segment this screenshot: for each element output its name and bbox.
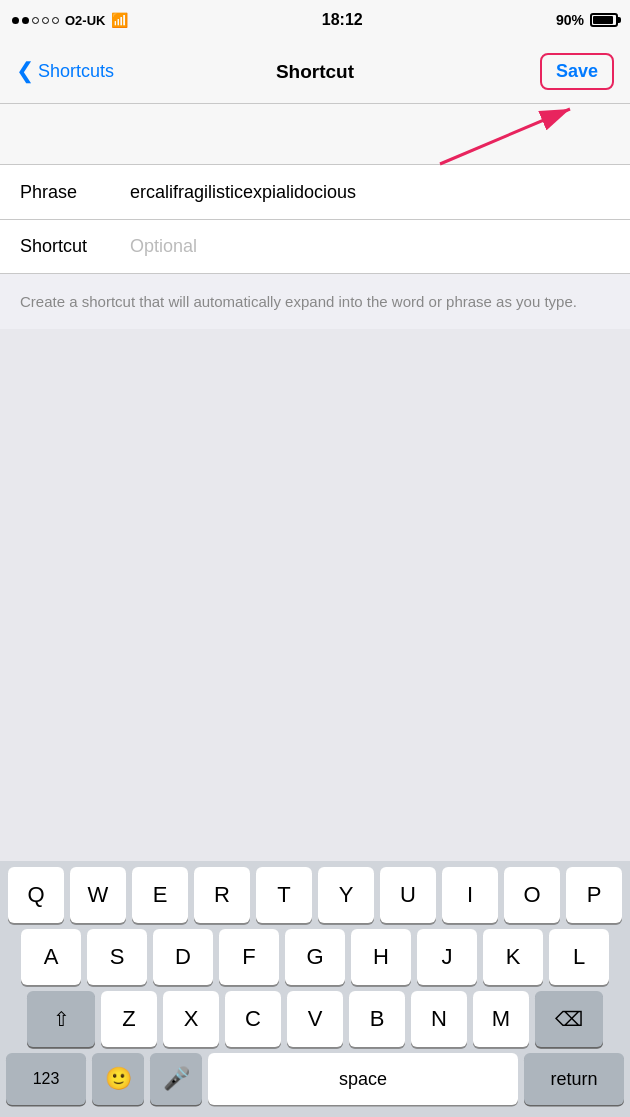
battery-fill: [593, 16, 613, 24]
keyboard: Q W E R T Y U I O P A S D F G H J K L ⇧ …: [0, 861, 630, 1117]
signal-dot-3: [32, 17, 39, 24]
description-section: Create a shortcut that will automaticall…: [0, 274, 630, 329]
shift-icon: ⇧: [53, 1007, 70, 1031]
key-e[interactable]: E: [132, 867, 188, 923]
keyboard-row-2: A S D F G H J K L: [0, 923, 630, 985]
key-i[interactable]: I: [442, 867, 498, 923]
return-key-label: return: [550, 1069, 597, 1090]
phrase-value: ercalifragilisticexpialidocious: [130, 182, 610, 203]
arrow-annotation: [0, 104, 630, 164]
status-bar: O2-UK 📶 18:12 90%: [0, 0, 630, 40]
key-s[interactable]: S: [87, 929, 147, 985]
key-k[interactable]: K: [483, 929, 543, 985]
key-r[interactable]: R: [194, 867, 250, 923]
arrow-svg: [410, 94, 610, 174]
wifi-icon: 📶: [111, 12, 128, 28]
back-chevron-icon: ❮: [16, 58, 34, 84]
space-key[interactable]: space: [208, 1053, 518, 1105]
key-t[interactable]: T: [256, 867, 312, 923]
signal-dot-2: [22, 17, 29, 24]
carrier-label: O2-UK: [65, 13, 105, 28]
signal-dot-5: [52, 17, 59, 24]
phrase-label: Phrase: [20, 182, 130, 203]
key-p[interactable]: P: [566, 867, 622, 923]
numbers-key-label: 123: [33, 1070, 60, 1088]
key-f[interactable]: F: [219, 929, 279, 985]
key-q[interactable]: Q: [8, 867, 64, 923]
backspace-icon: ⌫: [555, 1007, 583, 1031]
emoji-icon: 🙂: [105, 1066, 132, 1092]
form-section: Phrase ercalifragilisticexpialidocious S…: [0, 164, 630, 274]
shortcut-label: Shortcut: [20, 236, 130, 257]
shift-key[interactable]: ⇧: [27, 991, 95, 1047]
backspace-key[interactable]: ⌫: [535, 991, 603, 1047]
status-left: O2-UK 📶: [12, 12, 128, 28]
battery-icon: [590, 13, 618, 27]
microphone-icon: 🎤: [163, 1066, 190, 1092]
status-right: 90%: [556, 12, 618, 28]
keyboard-row-1: Q W E R T Y U I O P: [0, 861, 630, 923]
space-key-label: space: [339, 1069, 387, 1090]
signal-dots: [12, 17, 59, 24]
svg-line-1: [440, 109, 570, 164]
key-h[interactable]: H: [351, 929, 411, 985]
shortcut-input-placeholder: Optional: [130, 236, 610, 257]
key-a[interactable]: A: [21, 929, 81, 985]
keyboard-bottom-row: 123 🙂 🎤 space return: [0, 1047, 630, 1117]
keyboard-row-3: ⇧ Z X C V B N M ⌫: [0, 985, 630, 1047]
key-b[interactable]: B: [349, 991, 405, 1047]
key-l[interactable]: L: [549, 929, 609, 985]
key-d[interactable]: D: [153, 929, 213, 985]
key-n[interactable]: N: [411, 991, 467, 1047]
battery-percent: 90%: [556, 12, 584, 28]
key-z[interactable]: Z: [101, 991, 157, 1047]
signal-dot-4: [42, 17, 49, 24]
back-button[interactable]: ❮ Shortcuts: [16, 60, 114, 84]
key-j[interactable]: J: [417, 929, 477, 985]
key-g[interactable]: G: [285, 929, 345, 985]
signal-dot-1: [12, 17, 19, 24]
content-area: Phrase ercalifragilisticexpialidocious S…: [0, 164, 630, 329]
key-c[interactable]: C: [225, 991, 281, 1047]
key-x[interactable]: X: [163, 991, 219, 1047]
key-w[interactable]: W: [70, 867, 126, 923]
key-m[interactable]: M: [473, 991, 529, 1047]
shortcut-row[interactable]: Shortcut Optional: [0, 219, 630, 273]
back-label: Shortcuts: [38, 61, 114, 82]
return-key[interactable]: return: [524, 1053, 624, 1105]
save-button[interactable]: Save: [540, 53, 614, 90]
key-u[interactable]: U: [380, 867, 436, 923]
status-time: 18:12: [322, 11, 363, 29]
key-o[interactable]: O: [504, 867, 560, 923]
key-y[interactable]: Y: [318, 867, 374, 923]
microphone-key[interactable]: 🎤: [150, 1053, 202, 1105]
emoji-key[interactable]: 🙂: [92, 1053, 144, 1105]
key-v[interactable]: V: [287, 991, 343, 1047]
description-text: Create a shortcut that will automaticall…: [20, 290, 610, 313]
numbers-key[interactable]: 123: [6, 1053, 86, 1105]
nav-title: Shortcut: [276, 61, 354, 83]
